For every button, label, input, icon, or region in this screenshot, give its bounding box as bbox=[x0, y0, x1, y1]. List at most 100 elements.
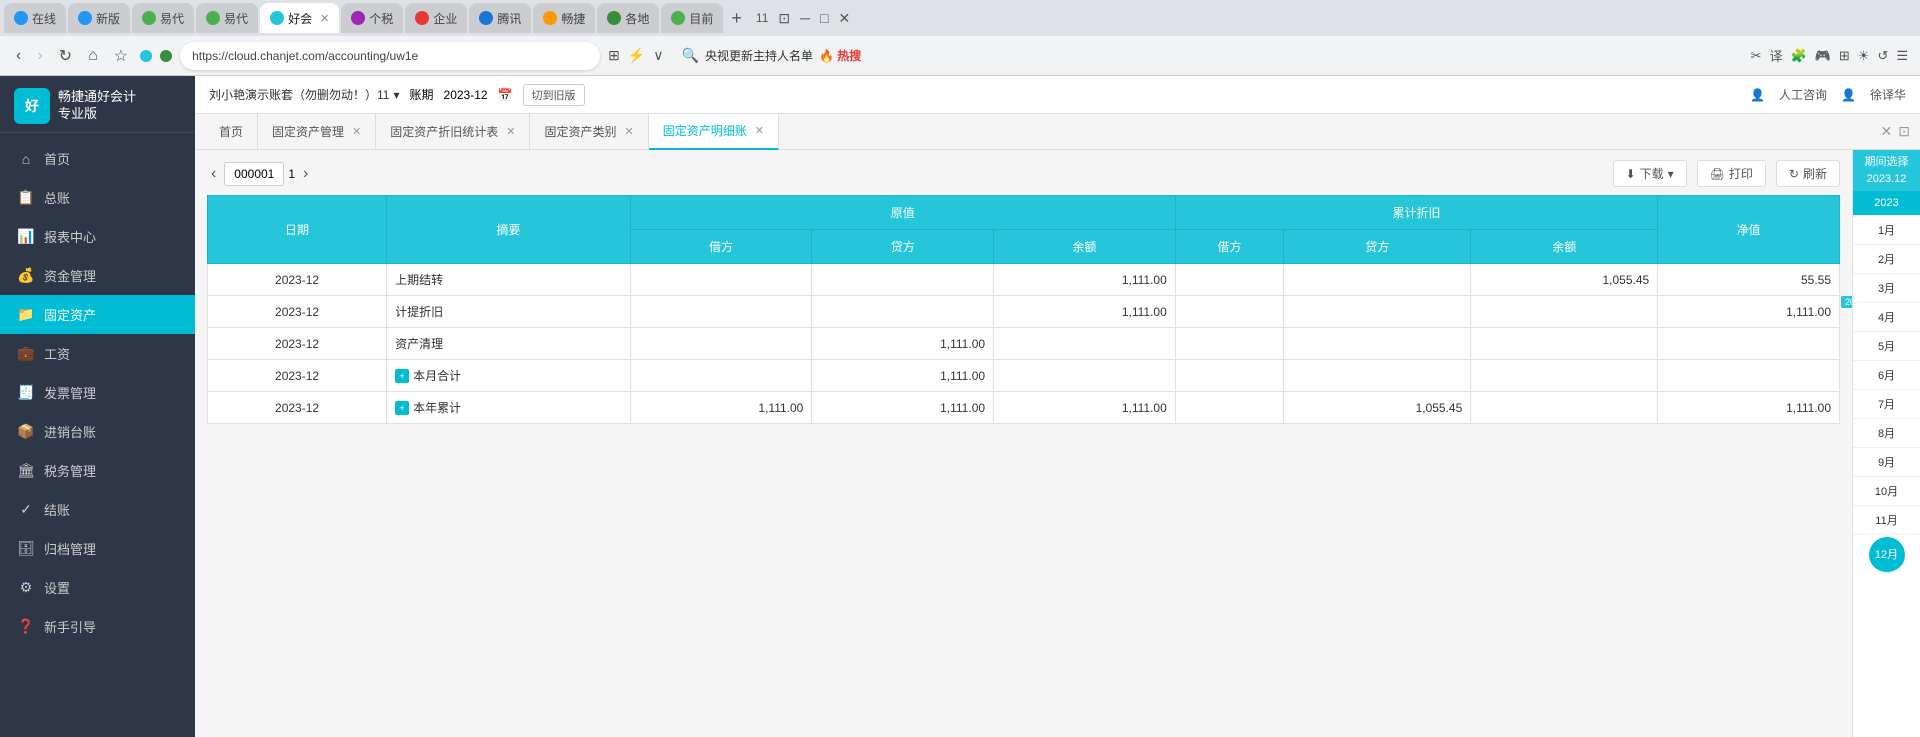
browser-tab-qiye[interactable]: 企业 bbox=[405, 3, 467, 33]
browser-tab-yidai2[interactable]: 易代 bbox=[196, 3, 258, 33]
cell-orig-debit bbox=[630, 328, 812, 360]
close-page-tab-icon[interactable]: ✕ bbox=[506, 125, 515, 138]
home-button[interactable]: ⌂ bbox=[84, 45, 102, 67]
sidebar-item-tax[interactable]: 🏛 税务管理 bbox=[0, 451, 195, 490]
period-year-item[interactable]: 2023 bbox=[1853, 191, 1920, 216]
calendar-icon[interactable]: 📅 bbox=[498, 88, 513, 102]
browser-tab-zaixian[interactable]: 在线 bbox=[4, 3, 66, 33]
browser-tab-gedi[interactable]: 各地 bbox=[597, 3, 659, 33]
game-icon[interactable]: 🎮 bbox=[1815, 48, 1831, 64]
sidebar-item-archive[interactable]: 🗄 归档管理 bbox=[0, 529, 195, 568]
download-icon: ⬇ bbox=[1626, 167, 1636, 181]
period-month-6[interactable]: 6月 bbox=[1853, 361, 1920, 390]
period-month-9[interactable]: 9月 bbox=[1853, 448, 1920, 477]
sidebar-item-payroll[interactable]: 💼 工资 bbox=[0, 334, 195, 373]
period-month-4[interactable]: 4月 bbox=[1853, 303, 1920, 332]
period-month-1[interactable]: 1月 bbox=[1853, 216, 1920, 245]
header-dep-balance: 余额 bbox=[1471, 230, 1658, 264]
tab-label: 新版 bbox=[96, 10, 120, 27]
dropdown-icon[interactable]: ∨ bbox=[653, 47, 663, 64]
sidebar-item-reports[interactable]: 📊 报表中心 bbox=[0, 217, 195, 256]
record-number-input[interactable] bbox=[224, 162, 284, 186]
cell-orig-balance: 1,111.00 bbox=[994, 392, 1176, 424]
forward-button[interactable]: › bbox=[33, 45, 46, 67]
header-summary: 摘要 bbox=[387, 196, 631, 264]
tab-count: 11 bbox=[756, 11, 768, 25]
browser-tab-tengxun[interactable]: 腾讯 bbox=[469, 3, 531, 33]
switch-version-button[interactable]: 切到旧版 bbox=[523, 84, 585, 106]
period-month-2[interactable]: 2月 bbox=[1853, 245, 1920, 274]
invoices-nav-icon: 🧾 bbox=[18, 385, 34, 401]
sidebar-item-sales-ledger[interactable]: 📦 进销台账 bbox=[0, 412, 195, 451]
layout-icon[interactable]: ⊞ bbox=[1839, 48, 1850, 64]
page-tab-asset-category[interactable]: 固定资产类别 ✕ bbox=[530, 114, 648, 150]
cell-dep-credit bbox=[1284, 360, 1471, 392]
sidebar-logo: 好 畅捷通好会计 专业版 bbox=[0, 76, 195, 133]
sidebar-item-fixed-assets[interactable]: 📁 固定资产 bbox=[0, 295, 195, 334]
refresh-button[interactable]: ↻ bbox=[55, 44, 76, 68]
sidebar-item-guide[interactable]: ❓ 新手引导 bbox=[0, 607, 195, 646]
period-month-5[interactable]: 5月 bbox=[1853, 332, 1920, 361]
ledger-main: ‹ 1 › ⬇ 下载 ▾ 🖨 打印 bbox=[195, 150, 1852, 737]
page-tab-depreciation-stats[interactable]: 固定资产折旧统计表 ✕ bbox=[376, 114, 530, 150]
restore-icon[interactable]: ⊡ bbox=[778, 10, 790, 27]
add-tab-button[interactable]: + bbox=[725, 8, 748, 29]
browser-tab-yidai1[interactable]: 易代 bbox=[132, 3, 194, 33]
sidebar-item-closing[interactable]: ✓ 结账 bbox=[0, 490, 195, 529]
page-tab-home[interactable]: 首页 bbox=[205, 114, 258, 150]
user-label[interactable]: 徐译华 bbox=[1870, 86, 1906, 103]
expand-tabs-icon[interactable]: ⊡ bbox=[1898, 123, 1910, 140]
browser-tab-geshui[interactable]: 个税 bbox=[341, 3, 403, 33]
scissors-icon[interactable]: ✂ bbox=[1751, 48, 1762, 64]
ledger-table: 日期 摘要 原值 累计折旧 净值 借方 贷方 余额 借方 贷方 余额 bbox=[207, 195, 1840, 424]
extension-icon[interactable]: 🧩 bbox=[1791, 48, 1807, 64]
refresh-ledger-button[interactable]: ↻ 刷新 bbox=[1776, 160, 1840, 187]
page-tab-fixed-assets-mgmt[interactable]: 固定资产管理 ✕ bbox=[258, 114, 376, 150]
sidebar-item-settings[interactable]: ⚙ 设置 bbox=[0, 568, 195, 607]
close-page-tab-icon[interactable]: ✕ bbox=[625, 125, 634, 138]
brightness-icon[interactable]: ☀ bbox=[1858, 48, 1870, 64]
sidebar-item-funds[interactable]: 💰 资金管理 bbox=[0, 256, 195, 295]
page-tab-asset-detail[interactable]: 固定资产明细账 ✕ bbox=[649, 114, 779, 150]
header-net-value: 净值 bbox=[1658, 196, 1840, 264]
browser-tab-xinban[interactable]: 新版 bbox=[68, 3, 130, 33]
translate-icon[interactable]: 译 bbox=[1769, 46, 1782, 65]
menu-icon[interactable]: ☰ bbox=[1896, 48, 1908, 64]
browser-tab-muqian[interactable]: 目前 bbox=[661, 3, 723, 33]
minimize-icon[interactable]: ─ bbox=[800, 10, 810, 26]
close-all-tabs-icon[interactable]: ✕ bbox=[1881, 123, 1893, 140]
close-tab-icon[interactable]: ✕ bbox=[320, 12, 329, 25]
address-bar-input[interactable] bbox=[180, 42, 600, 70]
close-window-icon[interactable]: ✕ bbox=[839, 10, 851, 27]
sidebar-item-home[interactable]: ⌂ 首页 bbox=[0, 139, 195, 178]
bookmark-button[interactable]: ☆ bbox=[110, 44, 132, 68]
cell-orig-credit: 1,111.00 bbox=[812, 328, 994, 360]
close-page-tab-icon[interactable]: ✕ bbox=[755, 124, 764, 137]
browser-tab-haohui[interactable]: 好会 ✕ bbox=[260, 3, 339, 33]
period-month-12[interactable]: 12月 bbox=[1869, 537, 1905, 573]
header-date: 日期 bbox=[208, 196, 387, 264]
prev-record-button[interactable]: ‹ bbox=[207, 163, 220, 185]
sidebar-item-label: 总账 bbox=[44, 188, 70, 207]
print-button[interactable]: 🖨 打印 bbox=[1697, 160, 1766, 187]
page-tab-label: 固定资产明细账 bbox=[663, 122, 747, 139]
maximize-icon[interactable]: □ bbox=[820, 10, 828, 26]
next-record-button[interactable]: › bbox=[299, 163, 312, 185]
period-month-11[interactable]: 11月 bbox=[1853, 506, 1920, 535]
period-month-10[interactable]: 10月 bbox=[1853, 477, 1920, 506]
close-page-tab-icon[interactable]: ✕ bbox=[352, 125, 361, 138]
sidebar-item-invoices[interactable]: 🧾 发票管理 bbox=[0, 373, 195, 412]
browser-tab-changjie[interactable]: 畅捷 bbox=[533, 3, 595, 33]
company-selector[interactable]: 刘小艳演示账套（勿删勿动！）11 ▾ bbox=[209, 86, 400, 103]
undo-icon[interactable]: ↺ bbox=[1877, 48, 1888, 64]
help-label[interactable]: 人工咨询 bbox=[1779, 86, 1827, 103]
sidebar-item-label: 新手引导 bbox=[44, 617, 96, 636]
period-month-7[interactable]: 7月 bbox=[1853, 390, 1920, 419]
period-month-8[interactable]: 8月 bbox=[1853, 419, 1920, 448]
download-button[interactable]: ⬇ 下载 ▾ bbox=[1613, 160, 1687, 187]
period-month-3[interactable]: 3月 bbox=[1853, 274, 1920, 303]
subtotal-icon: + bbox=[395, 369, 409, 383]
sidebar-item-general-ledger[interactable]: 📋 总账 bbox=[0, 178, 195, 217]
cell-dep-debit bbox=[1175, 264, 1284, 296]
back-button[interactable]: ‹ bbox=[12, 45, 25, 67]
